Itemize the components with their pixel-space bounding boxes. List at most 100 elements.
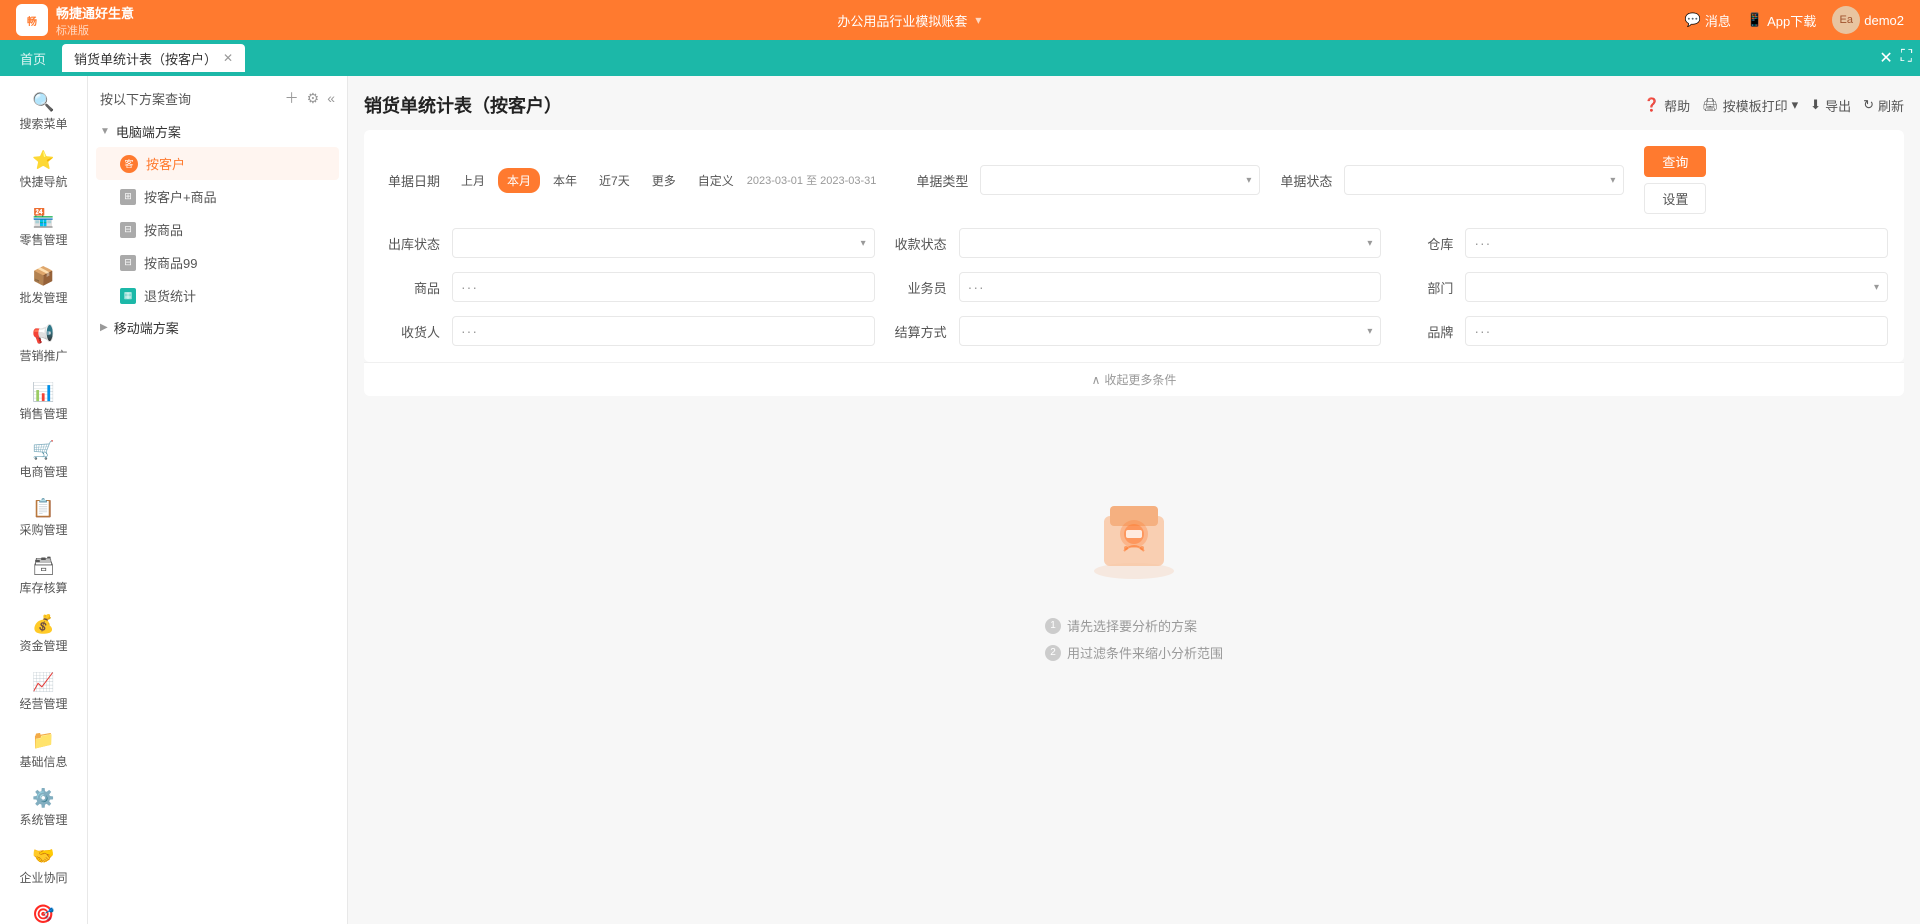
top-bar-right: 💬 消息 📱 App下载 Ea demo2 xyxy=(1685,6,1904,34)
warehouse-dots-icon: ··· xyxy=(1474,235,1491,251)
main-layout: 🔍 搜索菜单 ⭐ 快捷导航 🏪 零售管理 📦 批发管理 📢 营销推广 📊 xyxy=(0,76,1920,924)
add-scheme-btn[interactable]: ＋ xyxy=(285,88,299,108)
scheme-settings-btn[interactable]: ⚙ xyxy=(307,90,320,107)
print-btn[interactable]: 🖨 按模板打印 ▾ xyxy=(1702,96,1798,115)
scheme-by-customer[interactable]: 客 按客户 xyxy=(96,147,339,180)
pay-status-select[interactable]: ▾ xyxy=(959,228,1382,258)
scheme-by-goods[interactable]: ⊟ 按商品 xyxy=(96,213,339,246)
filter-row-3: 商品 ··· 业务员 ··· 部门 ▾ xyxy=(380,272,1888,302)
tab-close-icon[interactable]: ✕ xyxy=(223,51,233,65)
sidebar-item-finance[interactable]: 💰 资金管理 xyxy=(4,606,84,662)
brand-info: 畅捷通好生意 标准版 xyxy=(56,3,134,38)
quick-nav-icon: ⭐ xyxy=(8,150,80,171)
top-bar-center: 办公用品行业模拟账套 ▾ xyxy=(837,11,981,30)
sidebar-item-newuser[interactable]: 🎯 新手引导 xyxy=(4,896,84,924)
out-status-select[interactable]: ▾ xyxy=(452,228,875,258)
app-download-btn[interactable]: 📱 App下载 xyxy=(1747,11,1816,30)
doc-type-select[interactable]: ▾ xyxy=(980,165,1260,195)
left-panel: 按以下方案查询 ＋ ⚙ « ▼ 电脑端方案 客 按客户 xyxy=(88,76,348,924)
date-custom-btn[interactable]: 自定义 xyxy=(689,168,743,193)
settle-chevron-icon: ▾ xyxy=(1367,326,1372,337)
brand-dots-icon: ··· xyxy=(1474,323,1491,339)
top-bar: 畅 畅捷通好生意 标准版 办公用品行业模拟账套 ▾ 💬 消息 📱 App下载 E… xyxy=(0,0,1920,40)
collapse-panel-btn[interactable]: « xyxy=(327,90,335,106)
retail-icon: 🏪 xyxy=(8,208,80,229)
collapse-bar[interactable]: ∧ 收起更多条件 xyxy=(364,362,1904,396)
sidebar-item-search-menu[interactable]: 🔍 搜索菜单 xyxy=(4,84,84,140)
empty-illustration xyxy=(1074,476,1194,596)
search-menu-icon: 🔍 xyxy=(8,92,80,113)
tab-expand-btn[interactable]: ⛶ xyxy=(1901,48,1912,68)
sidebar-item-retail[interactable]: 🏪 零售管理 xyxy=(4,200,84,256)
brand-label: 品牌 xyxy=(1393,322,1453,341)
message-icon: 💬 xyxy=(1685,12,1701,28)
wholesale-icon: 📦 xyxy=(8,266,80,287)
sidebar-item-ecommerce[interactable]: 🛒 电商管理 xyxy=(4,432,84,488)
warehouse-select[interactable]: ··· xyxy=(1465,228,1888,258)
sidebar-item-basic[interactable]: 📁 基础信息 xyxy=(4,722,84,778)
date-label: 单据日期 xyxy=(380,171,440,190)
date-last-month-btn[interactable]: 上月 xyxy=(452,168,494,193)
settle-select[interactable]: ▾ xyxy=(959,316,1382,346)
date-7days-btn[interactable]: 近7天 xyxy=(590,168,639,193)
goods-select[interactable]: ··· xyxy=(452,272,875,302)
dept-label: 部门 xyxy=(1393,278,1453,297)
doc-type-chevron-icon: ▾ xyxy=(1246,175,1251,186)
dept-select[interactable]: ▾ xyxy=(1465,272,1888,302)
pay-status-label: 收款状态 xyxy=(887,234,947,253)
query-btn[interactable]: 查询 xyxy=(1644,146,1706,177)
settle-label: 结算方式 xyxy=(887,322,947,341)
mobile-scheme-header[interactable]: ▶ 移动端方案 xyxy=(96,312,339,343)
message-btn[interactable]: 💬 消息 xyxy=(1685,11,1731,30)
date-this-month-btn[interactable]: 本月 xyxy=(498,168,540,193)
date-this-year-btn[interactable]: 本年 xyxy=(544,168,586,193)
sidebar-item-quick-nav[interactable]: ⭐ 快捷导航 xyxy=(4,142,84,198)
recipient-select[interactable]: ··· xyxy=(452,316,875,346)
app-download-icon: 📱 xyxy=(1747,12,1763,28)
sidebar-item-operations[interactable]: 📈 经营管理 xyxy=(4,664,84,720)
industry-dropdown-icon[interactable]: ▾ xyxy=(975,13,981,27)
sidebar-item-marketing[interactable]: 📢 营销推广 xyxy=(4,316,84,372)
goods-label: 商品 xyxy=(380,278,440,297)
sidebar-item-system[interactable]: ⚙️ 系统管理 xyxy=(4,780,84,836)
export-btn[interactable]: ⬇ 导出 xyxy=(1810,96,1851,115)
salesperson-label: 业务员 xyxy=(887,278,947,297)
query-buttons: 查询 设置 xyxy=(1644,146,1706,214)
tip2-num: 2 xyxy=(1045,645,1061,661)
pay-status-chevron-icon: ▾ xyxy=(1367,238,1372,249)
user-avatar-btn[interactable]: Ea demo2 xyxy=(1832,6,1904,34)
sidebar-item-inventory[interactable]: 🗃 库存核算 xyxy=(4,548,84,604)
settings-btn[interactable]: 设置 xyxy=(1644,183,1706,214)
salesperson-select[interactable]: ··· xyxy=(959,272,1382,302)
export-icon: ⬇ xyxy=(1810,97,1821,113)
refresh-btn[interactable]: ↻ 刷新 xyxy=(1863,96,1904,115)
scheme-returns-icon: ▦ xyxy=(120,288,136,304)
newuser-icon: 🎯 xyxy=(8,904,80,924)
help-icon: ❓ xyxy=(1644,97,1660,113)
scheme-by-customer-goods[interactable]: ⊞ 按客户+商品 xyxy=(96,180,339,213)
system-icon: ⚙️ xyxy=(8,788,80,809)
brand-select[interactable]: ··· xyxy=(1465,316,1888,346)
sidebar-item-enterprise[interactable]: 🤝 企业协同 xyxy=(4,838,84,894)
date-filter: 上月 本月 本年 近7天 更多 自定义 2023-03-01 至 2023-03… xyxy=(452,168,876,193)
print-dropdown-icon: ▾ xyxy=(1792,97,1799,113)
pc-scheme-section: ▼ 电脑端方案 客 按客户 ⊞ 按客户+商品 ⊟ 按商品 xyxy=(88,116,347,312)
sidebar-item-wholesale[interactable]: 📦 批发管理 xyxy=(4,258,84,314)
tab-home[interactable]: 首页 xyxy=(8,44,58,72)
date-range: 2023-03-01 至 2023-03-31 xyxy=(747,172,877,188)
tab-minimize-btn[interactable]: ✕ xyxy=(1879,48,1892,68)
sidebar-item-sales[interactable]: 📊 销售管理 xyxy=(4,374,84,430)
pc-scheme-header[interactable]: ▼ 电脑端方案 xyxy=(96,116,339,147)
doc-status-select[interactable]: ▾ xyxy=(1344,165,1624,195)
sales-icon: 📊 xyxy=(8,382,80,403)
empty-tips: 1 请先选择要分析的方案 2 用过滤条件来缩小分析范围 xyxy=(1045,616,1223,670)
sidebar-item-purchase[interactable]: 📋 采购管理 xyxy=(4,490,84,546)
page-header: 销货单统计表（按客户） ❓ 帮助 🖨 按模板打印 ▾ ⬇ xyxy=(364,92,1904,118)
scheme-by-goods99[interactable]: ⊟ 按商品99 xyxy=(96,246,339,279)
scheme-returns[interactable]: ▦ 退货统计 xyxy=(96,279,339,312)
help-btn[interactable]: ❓ 帮助 xyxy=(1644,96,1690,115)
filter-row-1: 单据日期 上月 本月 本年 近7天 更多 自定义 2023-03-01 至 20… xyxy=(380,146,1888,214)
date-more-btn[interactable]: 更多 xyxy=(643,168,685,193)
tab-sales-stat[interactable]: 销货单统计表（按客户） ✕ xyxy=(62,44,245,72)
refresh-icon: ↻ xyxy=(1863,97,1874,113)
